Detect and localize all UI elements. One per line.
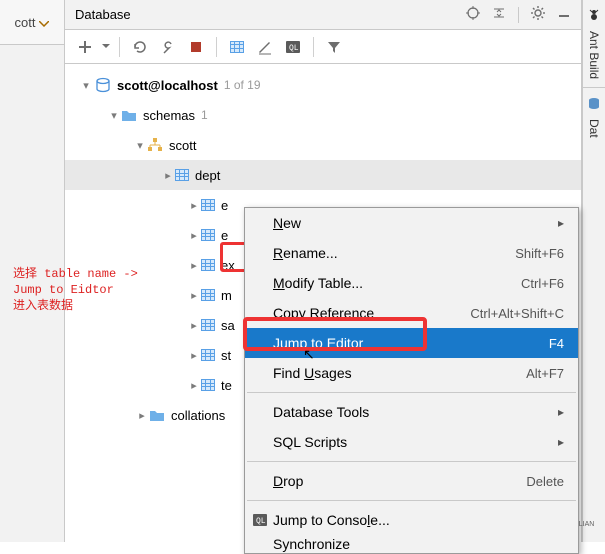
menu-item-jump-to-editor[interactable]: Jump to EditorF4 (245, 328, 578, 358)
table-icon (175, 169, 189, 181)
stop-button[interactable] (184, 35, 208, 59)
tree-label: scott (169, 138, 196, 153)
chevron-right-icon: ▸ (187, 229, 201, 242)
left-dropdown[interactable]: cott (0, 0, 64, 45)
chevron-right-icon: ▸ (558, 405, 564, 419)
cursor-icon: ↖ (303, 346, 315, 363)
gear-icon[interactable] (531, 6, 545, 23)
chevron-right-icon: ▸ (135, 409, 149, 422)
menu-item-rename[interactable]: Rename...Shift+F6 (245, 238, 578, 268)
tree-row-schemas[interactable]: ▾ schemas 1 (65, 100, 581, 130)
tree-label: m (221, 288, 232, 303)
separator (247, 392, 576, 393)
wrench-button[interactable] (156, 35, 180, 59)
separator (313, 37, 314, 57)
table-icon (201, 379, 215, 391)
collapse-icon[interactable] (492, 6, 506, 23)
chevron-right-icon: ▸ (187, 349, 201, 362)
rail-label: Dat (587, 119, 601, 138)
menu-item-synchronize[interactable]: Synchronize (245, 535, 578, 553)
menu-item-modify-table[interactable]: Modify Table...Ctrl+F6 (245, 268, 578, 298)
chevron-right-icon: ▸ (187, 379, 201, 392)
table-icon (201, 289, 215, 301)
separator (216, 37, 217, 57)
chevron-right-icon: ▸ (187, 319, 201, 332)
menu-item-sql-scripts[interactable]: SQL Scripts▸ (245, 427, 578, 457)
tree-count: 1 (201, 108, 208, 122)
svg-text:QL: QL (289, 44, 299, 53)
add-dropdown-icon[interactable] (101, 35, 111, 59)
panel-header: Database (65, 0, 581, 30)
table-icon (201, 349, 215, 361)
tree-label: dept (195, 168, 220, 183)
tree-label: e (221, 198, 228, 213)
rail-ant-build[interactable]: Ant Build (583, 0, 605, 88)
menu-item-database-tools[interactable]: Database Tools▸ (245, 397, 578, 427)
edit-icon[interactable] (253, 35, 277, 59)
menu-item-jump-to-console[interactable]: QL Jump to Console... (245, 505, 578, 535)
separator (119, 37, 120, 57)
tree-label: schemas (143, 108, 195, 123)
annotation-text: 选择 table name -> Jump to Eidtor 进入表数据 (13, 266, 138, 314)
tree-label: st (221, 348, 231, 363)
tree-label: scott@localhost (117, 78, 218, 93)
context-menu: New▸ Rename...Shift+F6 Modify Table...Ct… (244, 207, 579, 554)
left-dropdown-label: cott (15, 15, 36, 30)
table-icon (201, 319, 215, 331)
tree-row-dept[interactable]: ▸ dept (65, 160, 581, 190)
right-rail: Ant Build Dat (582, 0, 605, 542)
chevron-down-icon: ▾ (107, 109, 121, 122)
chevron-down-icon: ▾ (79, 79, 93, 92)
schema-icon (147, 137, 163, 153)
rail-label: Ant Build (587, 31, 601, 79)
table-icon (201, 199, 215, 211)
menu-item-copy-reference[interactable]: Copy ReferenceCtrl+Alt+Shift+C (245, 298, 578, 328)
tree-row-connection[interactable]: ▾ scott@localhost 1 of 19 (65, 70, 581, 100)
filter-icon[interactable] (322, 35, 346, 59)
separator (247, 500, 576, 501)
database-icon (93, 76, 111, 94)
tree-label: te (221, 378, 232, 393)
table-icon (201, 259, 215, 271)
chevron-right-icon: ▸ (161, 169, 175, 182)
chevron-right-icon: ▸ (558, 435, 564, 449)
table-icon (201, 229, 215, 241)
console-icon[interactable]: QL (281, 35, 305, 59)
tree-label: ex (221, 258, 235, 273)
toolbar: QL (65, 30, 581, 64)
chevron-down-icon: ▾ (133, 139, 147, 152)
database-icon (587, 96, 601, 113)
svg-text:QL: QL (256, 517, 266, 526)
tree-count: 1 of 19 (224, 78, 261, 92)
separator (518, 7, 519, 23)
ant-icon (587, 8, 601, 25)
panel-title: Database (75, 7, 466, 22)
chevron-right-icon: ▸ (187, 259, 201, 272)
tree-label: sa (221, 318, 235, 333)
tree-label: e (221, 228, 228, 243)
tree-label: collations (171, 408, 225, 423)
target-icon[interactable] (466, 6, 480, 23)
rail-database[interactable]: Dat (583, 88, 605, 146)
table-view-icon[interactable] (225, 35, 249, 59)
separator (247, 461, 576, 462)
folder-icon (149, 408, 165, 422)
chevron-right-icon: ▸ (558, 216, 564, 230)
chevron-right-icon: ▸ (187, 199, 201, 212)
minimize-icon[interactable] (557, 6, 571, 23)
chevron-right-icon: ▸ (187, 289, 201, 302)
chevron-down-icon (39, 15, 49, 30)
menu-item-drop[interactable]: DropDelete (245, 466, 578, 496)
folder-icon (121, 108, 137, 122)
add-button[interactable] (73, 35, 97, 59)
menu-item-find-usages[interactable]: Find UsagesAlt+F7 (245, 358, 578, 388)
tree-row-schema-scott[interactable]: ▾ scott (65, 130, 581, 160)
console-icon: QL (251, 513, 269, 527)
menu-item-new[interactable]: New▸ (245, 208, 578, 238)
refresh-button[interactable] (128, 35, 152, 59)
